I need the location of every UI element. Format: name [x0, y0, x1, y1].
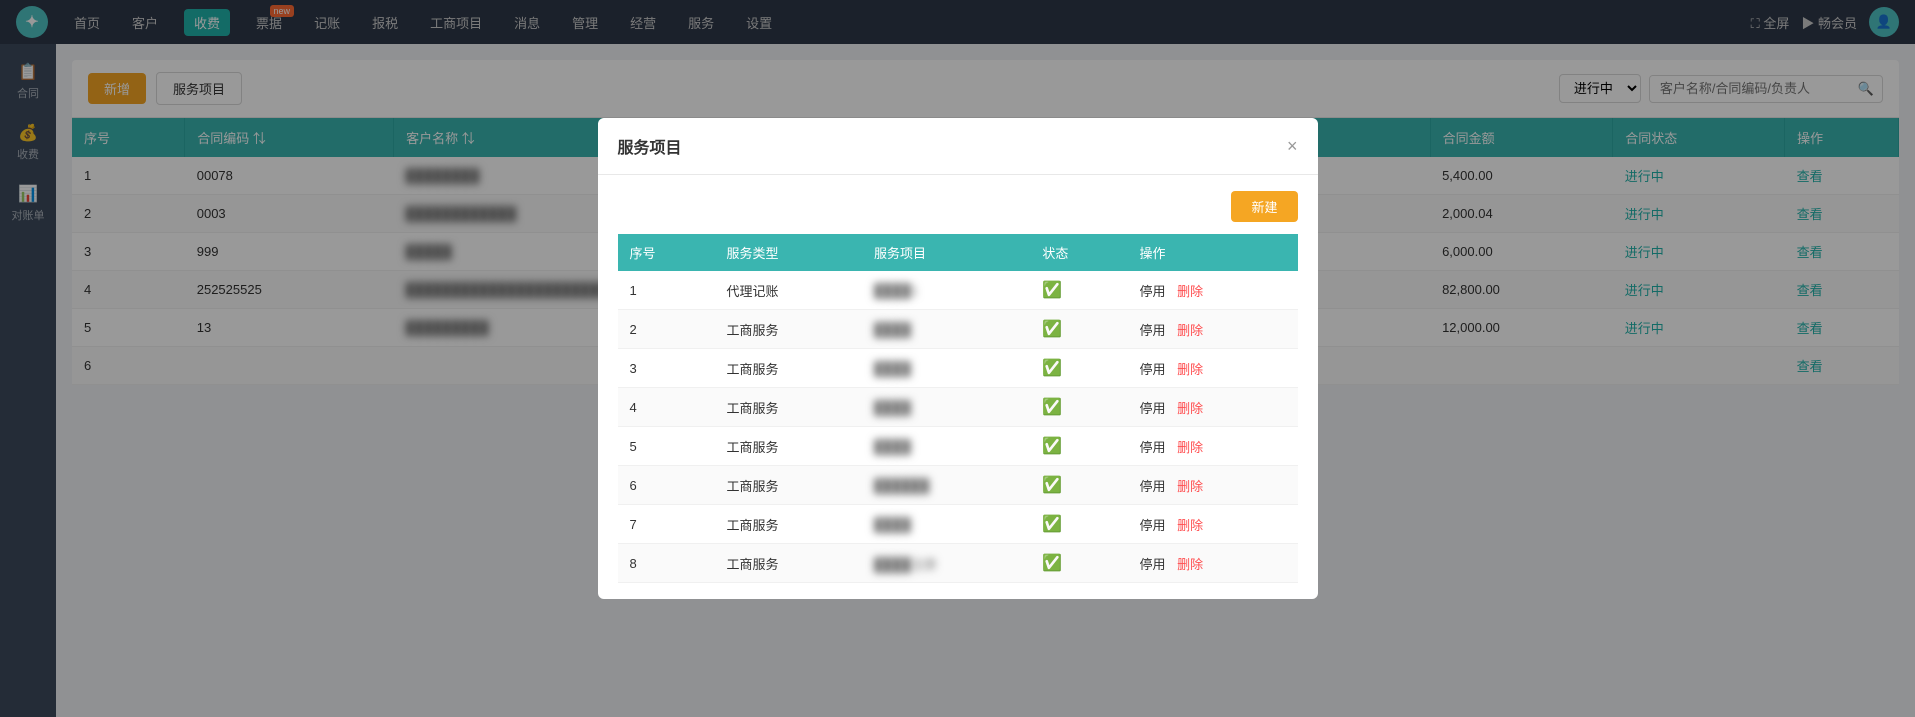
modal-cell-status: ✅: [1030, 505, 1127, 544]
modal-scroll-area[interactable]: 序号 服务类型 服务项目 状态 操作 1 代理记账 ████1 ✅ 停用 删除 …: [618, 234, 1298, 583]
modal-cell-seq: 4: [618, 388, 715, 427]
modal-cell-item: ████: [862, 349, 1030, 388]
modal-col-item: 服务项目: [862, 234, 1030, 271]
modal-cell-type: 工商服务: [715, 544, 862, 583]
modal-cell-action: 停用 删除: [1127, 427, 1297, 466]
modal-cell-status: ✅: [1030, 427, 1127, 466]
modal-cell-item: ████: [862, 388, 1030, 427]
modal-cell-status: ✅: [1030, 544, 1127, 583]
modal-cell-seq: 2: [618, 310, 715, 349]
modal-cell-action: 停用 删除: [1127, 310, 1297, 349]
modal-table-row: 7 工商服务 ████ ✅ 停用 删除: [618, 505, 1298, 544]
status-check-icon: ✅: [1042, 555, 1062, 572]
delete-button[interactable]: 删除: [1177, 401, 1203, 416]
modal-col-action: 操作: [1127, 234, 1297, 271]
service-table: 序号 服务类型 服务项目 状态 操作 1 代理记账 ████1 ✅ 停用 删除 …: [618, 234, 1298, 583]
modal-close-button[interactable]: ×: [1287, 137, 1298, 155]
modal-cell-status: ✅: [1030, 388, 1127, 427]
modal-body: 新建 序号 服务类型 服务项目 状态 操作 1 代理记账: [598, 175, 1318, 599]
modal-table-row: 3 工商服务 ████ ✅ 停用 删除: [618, 349, 1298, 388]
modal-overlay: 服务项目 × 新建 序号 服务类型 服务项目 状态 操作: [0, 0, 1915, 717]
modal-cell-item: ████1: [862, 271, 1030, 310]
modal-table-row: 8 工商服务 ████注册 ✅ 停用 删除: [618, 544, 1298, 583]
modal-cell-type: 工商服务: [715, 310, 862, 349]
modal-cell-type: 代理记账: [715, 271, 862, 310]
delete-button[interactable]: 删除: [1177, 518, 1203, 533]
modal-cell-type: 工商服务: [715, 427, 862, 466]
modal-cell-action: 停用 删除: [1127, 349, 1297, 388]
service-modal: 服务项目 × 新建 序号 服务类型 服务项目 状态 操作: [598, 118, 1318, 599]
modal-cell-status: ✅: [1030, 310, 1127, 349]
modal-cell-action: 停用 删除: [1127, 505, 1297, 544]
stop-button[interactable]: 停用: [1139, 362, 1165, 377]
modal-cell-status: ✅: [1030, 466, 1127, 505]
modal-cell-action: 停用 删除: [1127, 388, 1297, 427]
modal-cell-item: ██████: [862, 466, 1030, 505]
modal-cell-type: 工商服务: [715, 505, 862, 544]
modal-cell-seq: 7: [618, 505, 715, 544]
stop-button[interactable]: 停用: [1139, 518, 1165, 533]
modal-header: 服务项目 ×: [598, 118, 1318, 175]
modal-col-seq: 序号: [618, 234, 715, 271]
modal-table-row: 2 工商服务 ████ ✅ 停用 删除: [618, 310, 1298, 349]
modal-cell-item: ████注册: [862, 544, 1030, 583]
modal-cell-type: 工商服务: [715, 466, 862, 505]
modal-cell-action: 停用 删除: [1127, 544, 1297, 583]
delete-button[interactable]: 删除: [1177, 479, 1203, 494]
stop-button[interactable]: 停用: [1139, 284, 1165, 299]
modal-table-row: 1 代理记账 ████1 ✅ 停用 删除: [618, 271, 1298, 310]
status-check-icon: ✅: [1042, 438, 1062, 455]
modal-cell-item: ████: [862, 427, 1030, 466]
modal-cell-seq: 8: [618, 544, 715, 583]
stop-button[interactable]: 停用: [1139, 401, 1165, 416]
modal-col-status: 状态: [1030, 234, 1127, 271]
modal-cell-action: 停用 删除: [1127, 466, 1297, 505]
modal-col-type: 服务类型: [715, 234, 862, 271]
modal-table-row: 5 工商服务 ████ ✅ 停用 删除: [618, 427, 1298, 466]
modal-cell-seq: 3: [618, 349, 715, 388]
stop-button[interactable]: 停用: [1139, 323, 1165, 338]
status-check-icon: ✅: [1042, 516, 1062, 533]
stop-button[interactable]: 停用: [1139, 440, 1165, 455]
delete-button[interactable]: 删除: [1177, 284, 1203, 299]
modal-cell-type: 工商服务: [715, 349, 862, 388]
delete-button[interactable]: 删除: [1177, 440, 1203, 455]
stop-button[interactable]: 停用: [1139, 479, 1165, 494]
modal-toolbar: 新建: [618, 191, 1298, 222]
delete-button[interactable]: 删除: [1177, 323, 1203, 338]
modal-new-button[interactable]: 新建: [1231, 191, 1297, 222]
status-check-icon: ✅: [1042, 282, 1062, 299]
modal-cell-seq: 6: [618, 466, 715, 505]
modal-title: 服务项目: [618, 134, 682, 158]
modal-cell-action: 停用 删除: [1127, 271, 1297, 310]
modal-cell-status: ✅: [1030, 349, 1127, 388]
modal-cell-seq: 5: [618, 427, 715, 466]
modal-cell-item: ████: [862, 310, 1030, 349]
status-check-icon: ✅: [1042, 360, 1062, 377]
modal-table-row: 6 工商服务 ██████ ✅ 停用 删除: [618, 466, 1298, 505]
status-check-icon: ✅: [1042, 321, 1062, 338]
status-check-icon: ✅: [1042, 477, 1062, 494]
modal-table-row: 4 工商服务 ████ ✅ 停用 删除: [618, 388, 1298, 427]
status-check-icon: ✅: [1042, 399, 1062, 416]
modal-cell-type: 工商服务: [715, 388, 862, 427]
delete-button[interactable]: 删除: [1177, 557, 1203, 572]
stop-button[interactable]: 停用: [1139, 557, 1165, 572]
delete-button[interactable]: 删除: [1177, 362, 1203, 377]
modal-cell-status: ✅: [1030, 271, 1127, 310]
modal-cell-seq: 1: [618, 271, 715, 310]
modal-cell-item: ████: [862, 505, 1030, 544]
